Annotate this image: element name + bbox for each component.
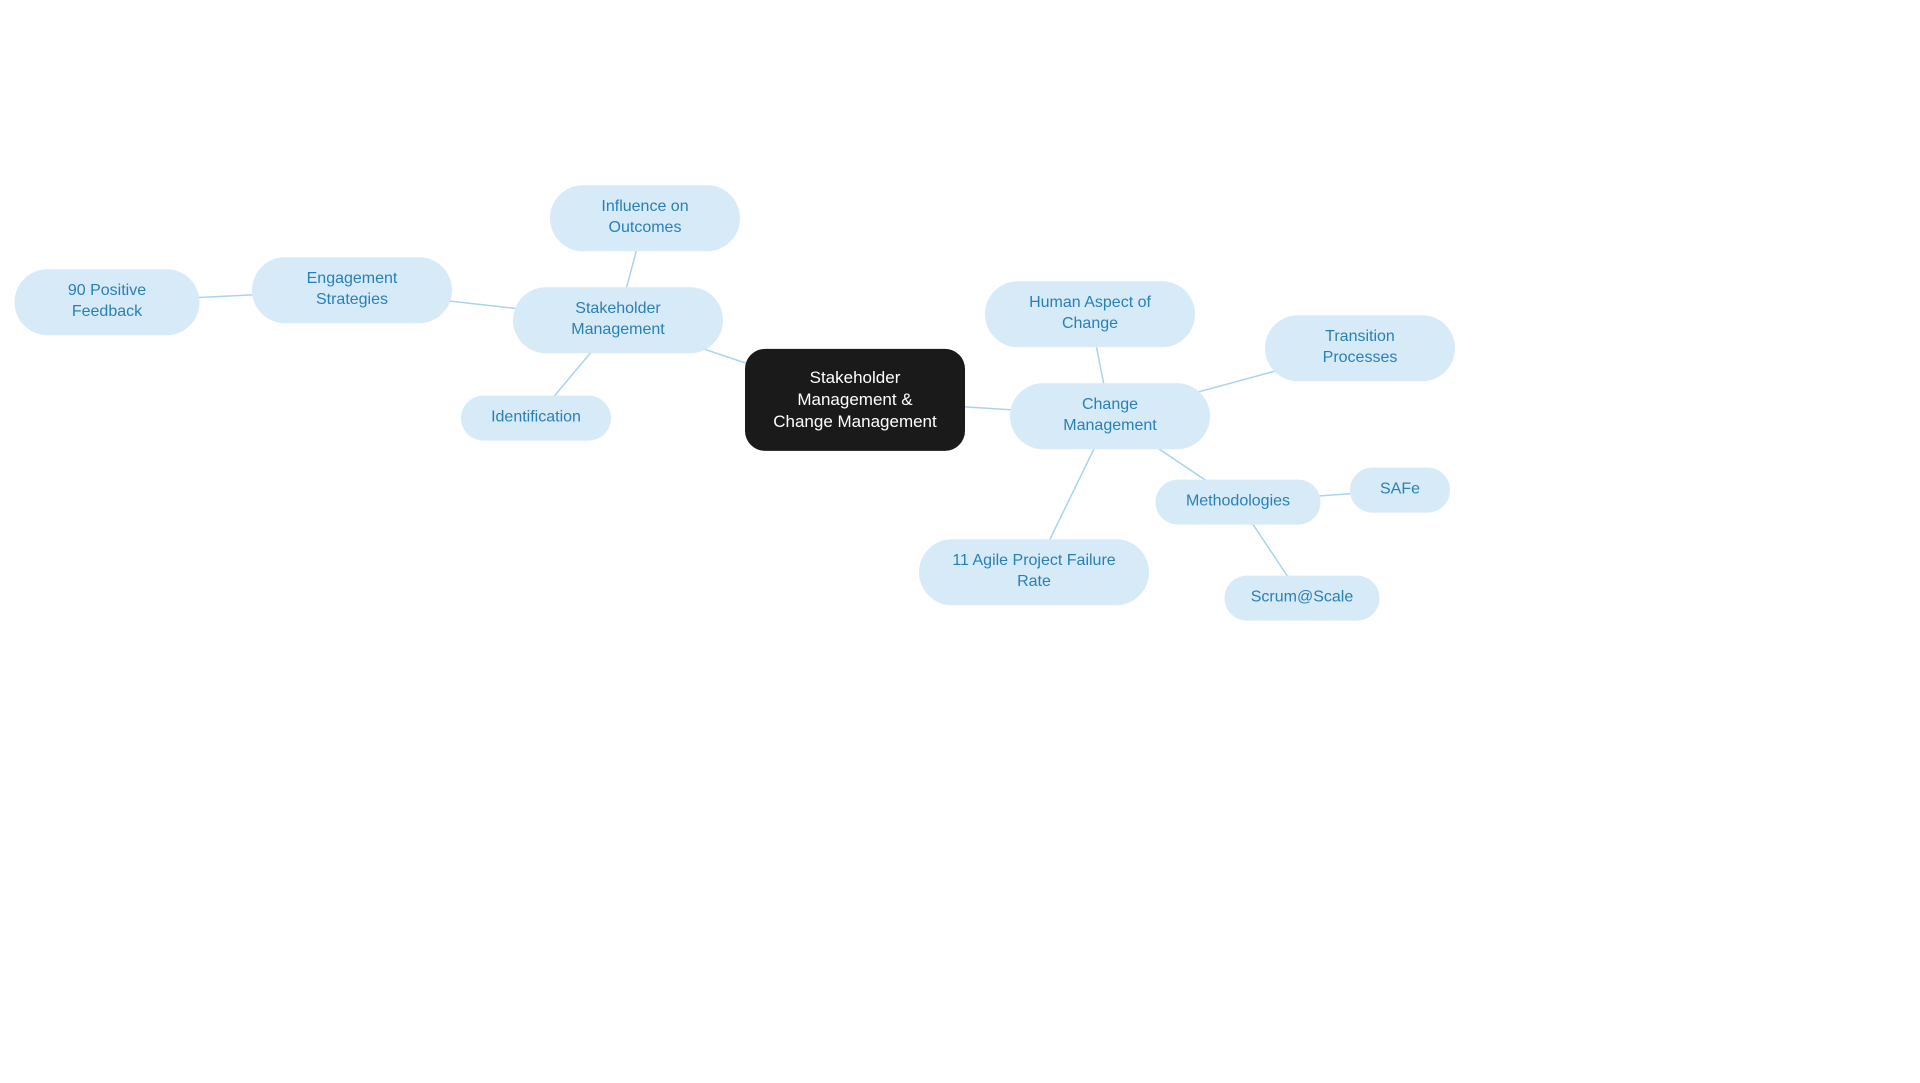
node-stakeholder_management[interactable]: Stakeholder Management [513,287,723,353]
node-agile_failure_rate[interactable]: 11 Agile Project Failure Rate [919,539,1149,605]
node-engagement_strategies[interactable]: Engagement Strategies [252,257,452,323]
node-human_aspect[interactable]: Human Aspect of Change [985,281,1195,347]
node-transition_processes[interactable]: Transition Processes [1265,315,1455,381]
node-methodologies[interactable]: Methodologies [1156,480,1321,525]
node-scrum_at_scale[interactable]: Scrum@Scale [1225,576,1380,621]
node-influence_on_outcomes[interactable]: Influence on Outcomes [550,185,740,251]
node-change_management[interactable]: Change Management [1010,383,1210,449]
node-safe[interactable]: SAFe [1350,468,1450,513]
node-positive_feedback[interactable]: 90 Positive Feedback [15,269,200,335]
node-identification[interactable]: Identification [461,396,611,441]
node-center[interactable]: Stakeholder Management & Change Manageme… [745,349,965,451]
mindmap-container: Stakeholder Management & Change Manageme… [0,0,1920,1083]
